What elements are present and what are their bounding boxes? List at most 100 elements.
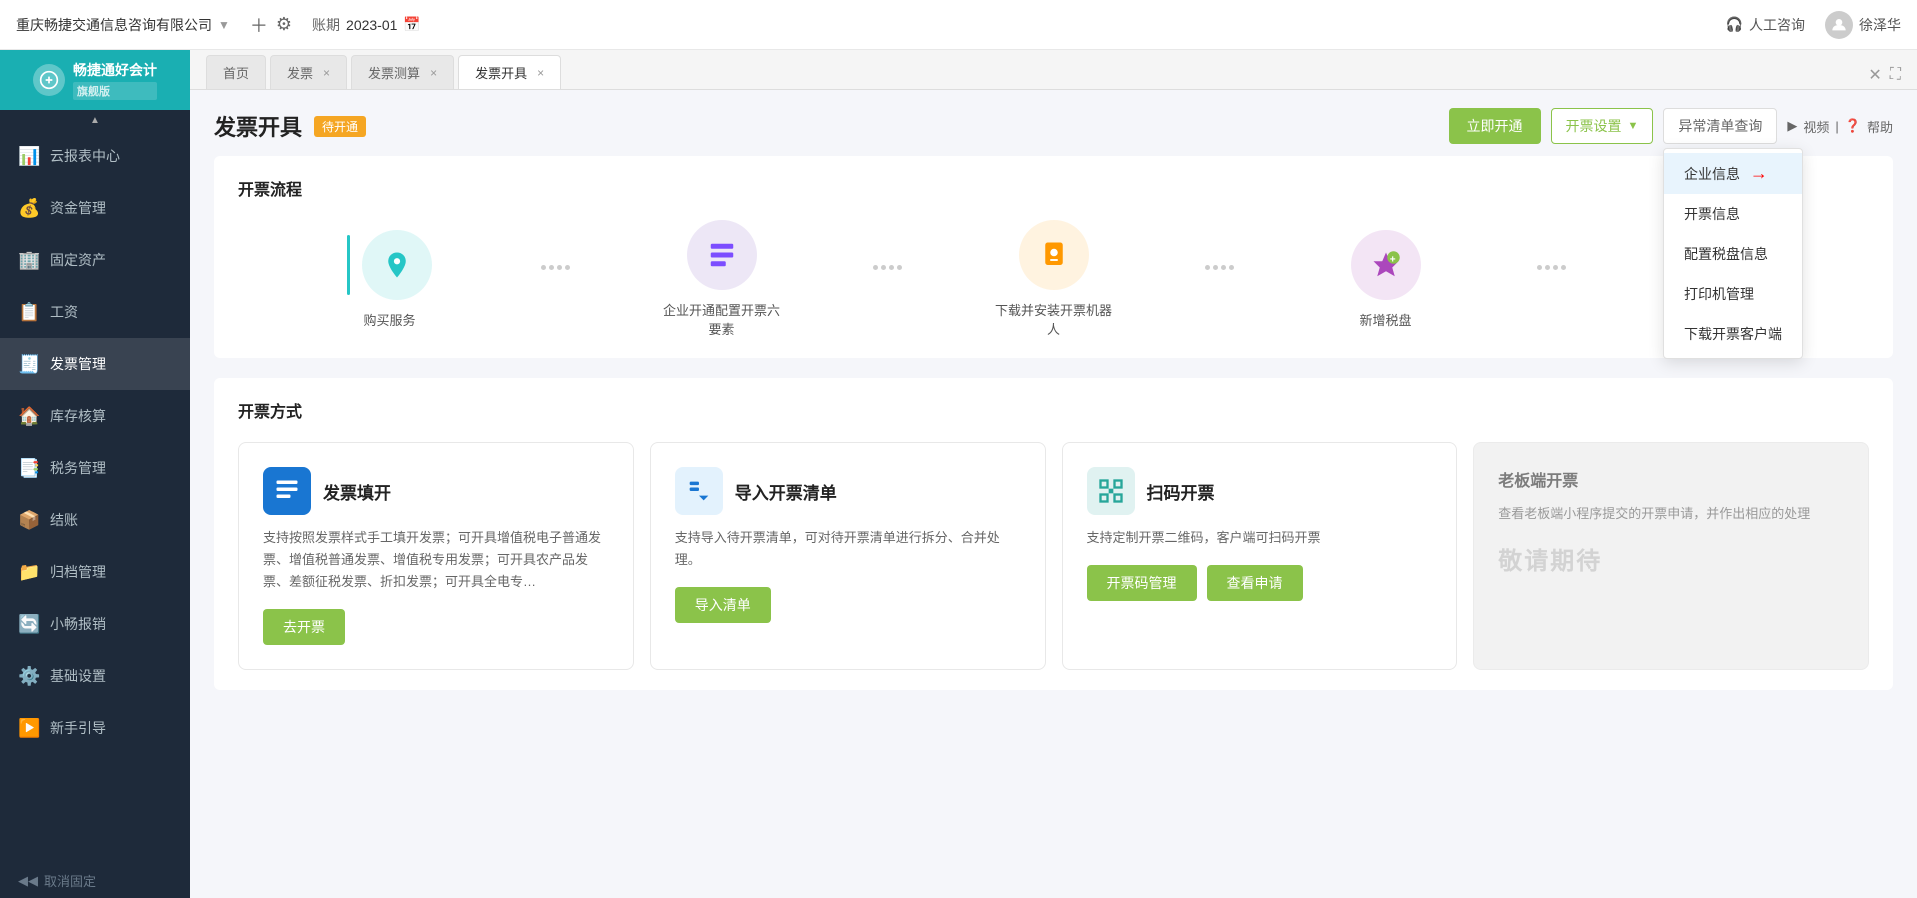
header-actions: 立即开通 开票设置 ▼ 异常清单查询 ▶ 视频 | ❓ 帮助 企业信息 [1449, 108, 1894, 144]
settings-chevron-icon: ▼ [1628, 120, 1639, 132]
step-label-add-tax: 新增税盘 [1359, 310, 1411, 329]
import-list-button[interactable]: 导入清单 [675, 587, 771, 623]
go-invoice-button[interactable]: 去开票 [263, 609, 345, 645]
method-header-boss: 老板端开票 [1498, 467, 1844, 491]
methods-section: 开票方式 发票填开 支持按照发票样式手工填开发票；可开具增值税电子普通发票、增值… [214, 378, 1893, 690]
scroll-up-icon: ▲ [90, 115, 100, 126]
method-card-scan: 扫码开票 支持定制开票二维码，客户端可扫码开票 开票码管理 查看申请 [1062, 442, 1458, 670]
method-actions-manual: 去开票 [263, 609, 609, 645]
support-button[interactable]: 🎧 人工咨询 [1726, 15, 1805, 35]
company-selector[interactable]: 重庆畅捷交通信息咨询有限公司 ▼ [16, 15, 230, 35]
flow-step-add-tax: + 新增税盘 [1234, 230, 1537, 329]
dropdown-download-client-label: 下载开票客户端 [1684, 326, 1782, 342]
tab-close-all[interactable]: ✕ [1868, 65, 1881, 85]
anomaly-button[interactable]: 异常清单查询 [1663, 108, 1777, 144]
step-label-download: 下载并安装开票机器人 [994, 300, 1114, 338]
sidebar-item-fixed-assets[interactable]: 🏢 固定资产 [0, 234, 190, 286]
activate-button[interactable]: 立即开通 [1449, 108, 1541, 144]
sidebar-item-label: 资金管理 [50, 198, 106, 218]
top-bar: 重庆畅捷交通信息咨询有限公司 ▼ ＋ ⚙ 账期 2023-01 📅 🎧 人工咨询… [0, 0, 1917, 50]
step-icon-add-tax: + [1351, 230, 1421, 300]
top-bar-right: 🎧 人工咨询 徐泽华 [1726, 11, 1901, 39]
dropdown-invoice-info-label: 开票信息 [1684, 206, 1740, 222]
video-help[interactable]: ▶ 视频 | ❓ 帮助 [1787, 117, 1893, 136]
tab-invoice-calc-label: 发票测算 [368, 63, 420, 82]
dropdown-item-invoice-info[interactable]: 开票信息 [1664, 194, 1802, 234]
tab-invoice-close[interactable]: × [323, 66, 330, 80]
sidebar-unpin[interactable]: ◀◀ 取消固定 [0, 863, 190, 898]
method-desc-scan: 支持定制开票二维码，客户端可扫码开票 [1087, 527, 1433, 549]
flow-steps: 购买服务 企业开通配置开票六要素 [238, 220, 1869, 338]
method-header-manual: 发票填开 [263, 467, 609, 515]
user-info[interactable]: 徐泽华 [1825, 11, 1901, 39]
invoice-mgmt-icon: 🧾 [18, 354, 40, 375]
headphone-icon: 🎧 [1726, 16, 1743, 33]
sidebar-item-settings[interactable]: ⚙️ 基础设置 [0, 650, 190, 702]
period-label: 账期 [312, 15, 340, 35]
avatar [1825, 11, 1853, 39]
dropdown-printer-label: 打印机管理 [1684, 286, 1754, 302]
guide-icon: ▶️ [18, 718, 40, 739]
tab-invoice-issue[interactable]: 发票开具 × [458, 55, 561, 89]
sidebar-item-accounting[interactable]: 📦 结账 [0, 494, 190, 546]
cloud-report-icon: 📊 [18, 146, 40, 167]
sidebar-item-archive[interactable]: 📁 归档管理 [0, 546, 190, 598]
methods-grid: 发票填开 支持按照发票样式手工填开发票；可开具增值税电子普通发票、增值税普通发票… [238, 442, 1869, 670]
unpin-label: 取消固定 [44, 871, 96, 890]
archive-icon: 📁 [18, 562, 40, 583]
settings-dropdown: 企业信息 → 开票信息 配置税盘信息 打印机管理 下载开票客户端 [1663, 148, 1803, 359]
account-period: 账期 2023-01 📅 [312, 15, 421, 35]
sidebar-item-payroll[interactable]: 📋 工资 [0, 286, 190, 338]
dropdown-item-company-info[interactable]: 企业信息 → [1664, 153, 1802, 194]
step-label-buy: 购买服务 [363, 310, 415, 329]
sidebar-scroll-up[interactable]: ▲ [0, 110, 190, 130]
step-icon-config [687, 220, 757, 290]
methods-section-title: 开票方式 [238, 398, 1869, 422]
sidebar-item-fund[interactable]: 💰 资金管理 [0, 182, 190, 234]
tab-invoice-calc-close[interactable]: × [430, 66, 437, 80]
sidebar-item-label: 云报表中心 [50, 146, 120, 166]
method-actions-import: 导入清单 [675, 587, 1021, 623]
tab-bar: 首页 发票 × 发票测算 × 发票开具 × ✕ ⛶ [190, 50, 1917, 90]
help-icon: ❓ [1845, 118, 1861, 134]
page-content: 开票流程 购买服务 [190, 156, 1917, 898]
tab-invoice-calc[interactable]: 发票测算 × [351, 55, 454, 89]
sidebar-item-tax[interactable]: 📑 税务管理 [0, 442, 190, 494]
user-name: 徐泽华 [1859, 15, 1901, 35]
tab-home-label: 首页 [223, 63, 249, 82]
sidebar-item-cloud-report[interactable]: 📊 云报表中心 [0, 130, 190, 182]
sidebar-item-label: 小畅报销 [50, 614, 106, 634]
sidebar-item-invoice-mgmt[interactable]: 🧾 发票管理 [0, 338, 190, 390]
dropdown-item-tax-config[interactable]: 配置税盘信息 [1664, 234, 1802, 274]
qrcode-mgmt-button[interactable]: 开票码管理 [1087, 565, 1197, 601]
sidebar-item-inventory[interactable]: 🏠 库存核算 [0, 390, 190, 442]
company-name: 重庆畅捷交通信息咨询有限公司 [16, 15, 212, 35]
red-arrow-icon: → [1750, 163, 1768, 184]
video-label: 视频 [1803, 117, 1829, 136]
unpin-icon: ◀◀ [18, 873, 38, 889]
tab-maximize[interactable]: ⛶ [1890, 66, 1901, 84]
dropdown-item-printer[interactable]: 打印机管理 [1664, 274, 1802, 314]
tab-home[interactable]: 首页 [206, 55, 266, 89]
fixed-assets-icon: 🏢 [18, 250, 40, 271]
dropdown-item-download-client[interactable]: 下载开票客户端 [1664, 314, 1802, 354]
flow-section-title: 开票流程 [238, 176, 1869, 200]
method-card-boss: 老板端开票 查看老板端小程序提交的开票申请，并作出相应的处理 敬请期待 [1473, 442, 1869, 670]
payroll-icon: 📋 [18, 302, 40, 323]
report-icon: 🔄 [18, 614, 40, 635]
period-value: 2023-01 [346, 17, 397, 33]
calendar-icon[interactable]: 📅 [403, 16, 420, 33]
view-apply-button[interactable]: 查看申请 [1207, 565, 1303, 601]
settings-icon[interactable]: ⚙ [276, 14, 292, 35]
sidebar-item-label: 新手引导 [50, 718, 106, 738]
tab-invoice-issue-close[interactable]: × [537, 66, 544, 80]
add-icon[interactable]: ＋ [250, 12, 268, 38]
status-badge: 待开通 [314, 116, 366, 137]
settings-button[interactable]: 开票设置 ▼ [1551, 108, 1654, 144]
sidebar-item-report[interactable]: 🔄 小畅报销 [0, 598, 190, 650]
sidebar-item-guide[interactable]: ▶️ 新手引导 [0, 702, 190, 754]
method-name-boss: 老板端开票 [1498, 467, 1578, 491]
tab-invoice[interactable]: 发票 × [270, 55, 347, 89]
sidebar-logo: 畅捷通好会计 旗舰版 [0, 50, 190, 110]
step-icon-download [1019, 220, 1089, 290]
